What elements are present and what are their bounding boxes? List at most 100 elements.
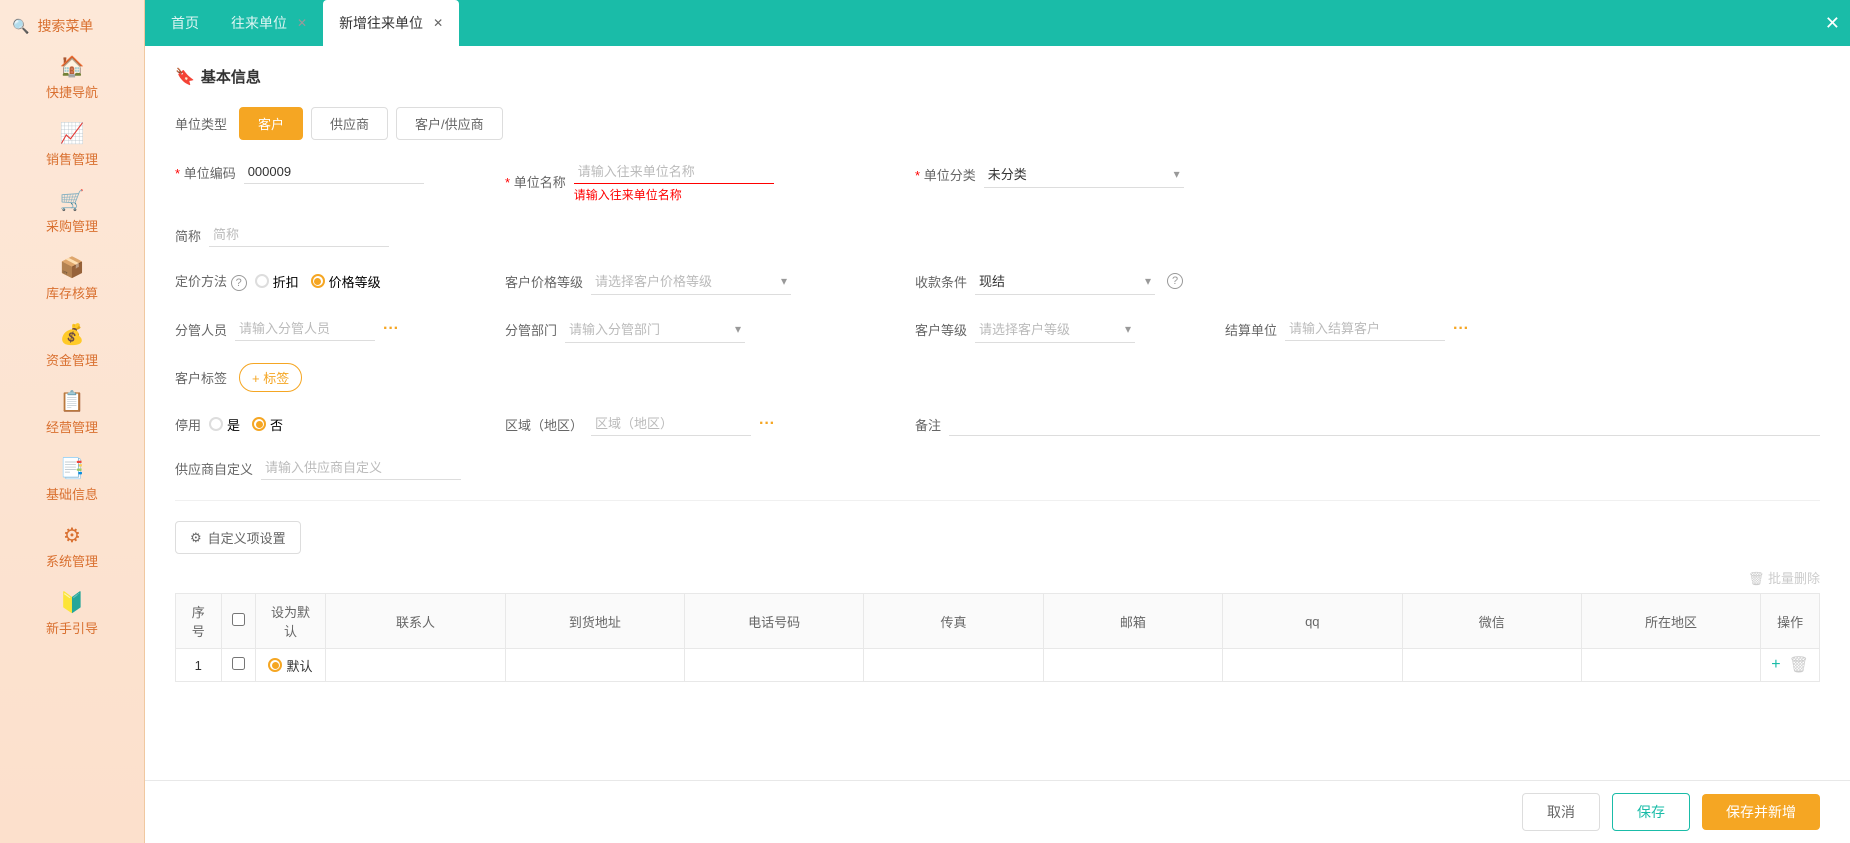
payment-terms-select[interactable]: 现结 ▾ [975, 267, 1155, 295]
batch-delete-label: 批量删除 [1768, 571, 1820, 586]
customer-level-select[interactable]: 请选择客户等级 ▾ [975, 315, 1135, 343]
row-contact-input[interactable] [336, 658, 494, 673]
sidebar-item-system[interactable]: ⚙ 系统管理 [0, 513, 144, 580]
type-btn-both[interactable]: 客户/供应商 [396, 107, 503, 140]
sidebar-purchase-label: 采购管理 [46, 216, 98, 235]
col-default: 设为默认 [255, 594, 326, 649]
sidebar-item-quicknav[interactable]: 🏠 快捷导航 [0, 44, 144, 111]
batch-delete-button[interactable]: 🗑 批量删除 [175, 568, 1820, 587]
department-select[interactable]: 请输入分管部门 ▾ [565, 315, 745, 343]
row-fax[interactable] [864, 649, 1043, 682]
row-checkbox[interactable] [232, 657, 245, 670]
basic-icon: 📑 [60, 456, 85, 481]
unit-category-value: 未分类 [988, 164, 1170, 183]
tab-units[interactable]: 往来单位 ✕ [215, 0, 323, 46]
payment-info-icon[interactable]: ? [1167, 273, 1183, 289]
row-wechat[interactable] [1402, 649, 1581, 682]
custom-settings-label: 自定义项设置 [208, 528, 286, 547]
region-input[interactable] [591, 412, 751, 436]
department-chevron: ▾ [735, 322, 741, 336]
pricing-radio-group: 折扣 价格等级 [255, 272, 381, 291]
sidebar-item-operations[interactable]: 📋 经营管理 [0, 379, 144, 446]
type-btn-customer[interactable]: 客户 [239, 107, 303, 140]
radio-price-level-label: 价格等级 [329, 272, 381, 291]
notes-input[interactable] [949, 412, 1820, 436]
sidebar-item-finance[interactable]: 💰 资金管理 [0, 312, 144, 379]
add-tag-button[interactable]: + 标签 [239, 363, 302, 392]
row-address[interactable] [505, 649, 684, 682]
tags-row: 客户标签 + 标签 [175, 363, 1820, 392]
radio-discount-label: 折扣 [273, 272, 299, 291]
tab-home-label: 首页 [171, 13, 199, 33]
unit-info-row: * 单位编码 * 单位名称 请输入往来单位名称 * 单位分类 未分类 ▾ [175, 160, 1820, 203]
customer-level-chevron: ▾ [1125, 322, 1131, 336]
main-area: 首页 往来单位 ✕ 新增往来单位 ✕ ✕ 🔖 基本信息 单位类型 客户 供应商 … [145, 0, 1850, 843]
unit-type-label: 单位类型 [175, 114, 227, 133]
type-btn-supplier[interactable]: 供应商 [311, 107, 388, 140]
tab-new-unit[interactable]: 新增往来单位 ✕ [323, 0, 459, 46]
row-default-circle [268, 658, 282, 672]
region-more-btn[interactable]: ··· [759, 415, 775, 433]
row-address-input[interactable] [516, 658, 674, 673]
pricing-method-label: 定价方法 ? [175, 271, 247, 291]
row-qq-input[interactable] [1233, 658, 1392, 673]
notes-label: 备注 [915, 415, 941, 434]
select-all-checkbox[interactable] [232, 613, 245, 626]
short-name-input[interactable] [209, 223, 389, 247]
radio-price-level[interactable]: 价格等级 [311, 272, 381, 291]
customer-price-select[interactable]: 请选择客户价格等级 ▾ [591, 267, 791, 295]
row-phone-input[interactable] [695, 658, 853, 673]
row-contact[interactable] [326, 649, 505, 682]
sidebar-item-basic[interactable]: 📑 基础信息 [0, 446, 144, 513]
sidebar-item-inventory[interactable]: 📦 库存核算 [0, 245, 144, 312]
sidebar-item-sales[interactable]: 📈 销售管理 [0, 111, 144, 178]
col-region: 所在地区 [1581, 594, 1760, 649]
sidebar-item-search[interactable]: 🔍 搜索菜单 [0, 8, 144, 44]
manager-input[interactable] [235, 317, 375, 341]
sidebar-item-purchase[interactable]: 🛒 采购管理 [0, 178, 144, 245]
settlement-input[interactable] [1285, 317, 1445, 341]
pricing-info-icon[interactable]: ? [231, 275, 247, 291]
radio-discount[interactable]: 折扣 [255, 272, 299, 291]
unit-category-select[interactable]: 未分类 ▾ [984, 160, 1184, 188]
manager-more-btn[interactable]: ··· [383, 320, 399, 338]
unit-name-input[interactable] [574, 160, 774, 184]
radio-yes[interactable]: 是 [209, 415, 240, 434]
window-close-button[interactable]: ✕ [1825, 13, 1840, 34]
disabled-row: 停用 是 否 区域（地区） ··· 备注 [175, 412, 1820, 436]
guide-icon: 🔰 [60, 590, 85, 615]
save-new-button[interactable]: 保存并新增 [1702, 794, 1820, 830]
row-add-button[interactable]: + [1771, 656, 1780, 674]
cancel-button[interactable]: 取消 [1522, 793, 1600, 831]
row-wechat-input[interactable] [1413, 658, 1571, 673]
custom-settings-button[interactable]: ⚙ 自定义项设置 [175, 521, 301, 554]
unit-code-input[interactable] [244, 160, 424, 184]
customer-price-label: 客户价格等级 [505, 272, 583, 291]
row-district-input[interactable] [1592, 658, 1750, 673]
row-default-radio[interactable]: 默认 [266, 656, 316, 675]
row-email[interactable] [1043, 649, 1222, 682]
row-fax-input[interactable] [874, 658, 1032, 673]
unit-category-chevron: ▾ [1174, 167, 1180, 181]
tab-units-close[interactable]: ✕ [297, 16, 307, 30]
department-label: 分管部门 [505, 320, 557, 339]
save-button[interactable]: 保存 [1612, 793, 1690, 831]
unit-name-field-wrapper: 请输入往来单位名称 [574, 160, 885, 203]
sidebar-item-guide[interactable]: 🔰 新手引导 [0, 580, 144, 647]
row-district[interactable] [1581, 649, 1760, 682]
table-row: 1 默认 [176, 649, 1820, 682]
row-qq[interactable] [1223, 649, 1403, 682]
col-email: 邮箱 [1043, 594, 1222, 649]
payment-terms-value: 现结 [979, 271, 1141, 290]
tab-home[interactable]: 首页 [155, 0, 215, 46]
row-delete-button[interactable]: 🗑 [1789, 655, 1809, 675]
settlement-more-btn[interactable]: ··· [1453, 320, 1469, 338]
row-email-input[interactable] [1054, 658, 1212, 673]
supplier-custom-input[interactable] [261, 456, 461, 480]
footer: 取消 保存 保存并新增 [145, 780, 1850, 843]
unit-type-buttons: 客户 供应商 客户/供应商 [239, 107, 503, 140]
tab-new-unit-close[interactable]: ✕ [433, 16, 443, 30]
row-phone[interactable] [685, 649, 864, 682]
radio-no[interactable]: 否 [252, 415, 283, 434]
manager-label: 分管人员 [175, 320, 227, 339]
